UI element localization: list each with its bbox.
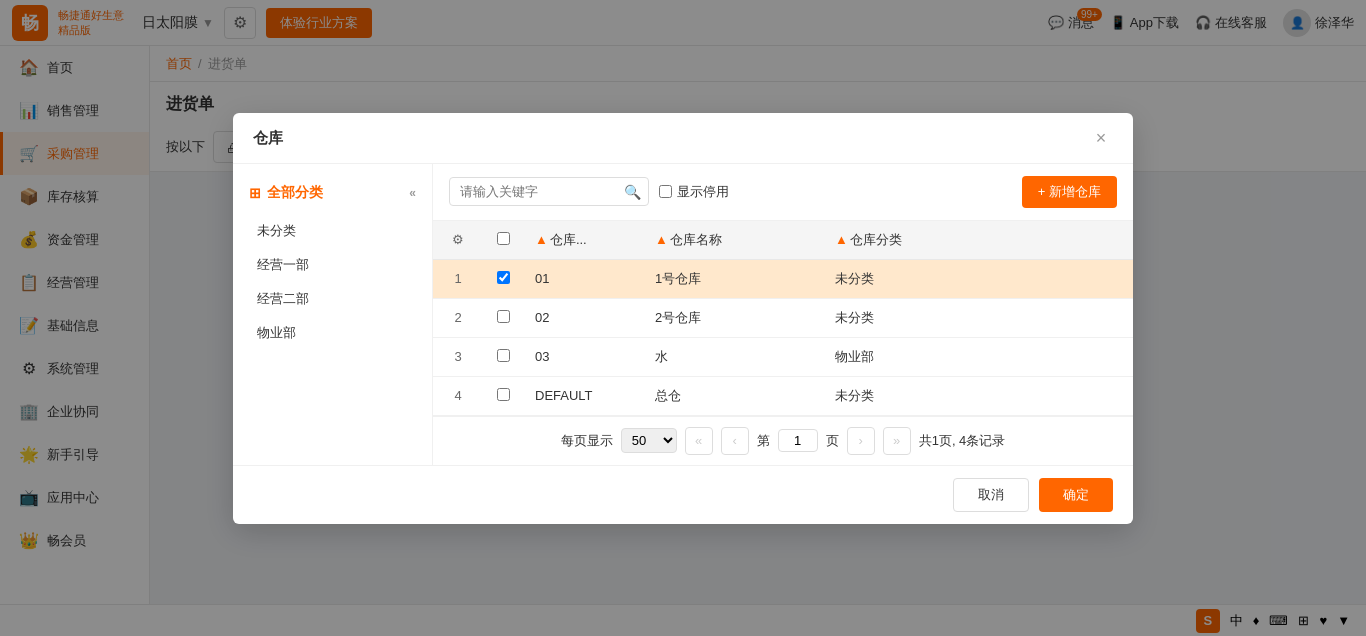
collapse-icon[interactable]: « [409, 186, 416, 200]
col-type-header[interactable]: ▲仓库分类 [823, 221, 1133, 260]
row-type: 物业部 [823, 337, 1133, 376]
row-seq: 3 [433, 337, 483, 376]
sort-type-icon: ▲ [835, 232, 848, 247]
row-name: 1号仓库 [643, 259, 823, 298]
search-input[interactable] [449, 177, 649, 206]
modal-sidebar: ⊞ 全部分类 « 未分类 经营一部 经营二部 物业部 [233, 164, 433, 465]
page-size-select[interactable]: 50 10 20 100 [621, 428, 677, 453]
modal-sidebar-item-unclassified[interactable]: 未分类 [233, 214, 432, 248]
row-code: 02 [523, 298, 643, 337]
warehouse-table-wrap: ⚙ ▲仓库... ▲仓库名称 ▲仓库分类 1 01 1号仓库 未分类 2 [433, 221, 1133, 416]
row-checkbox[interactable] [483, 298, 523, 337]
confirm-button[interactable]: 确定 [1039, 478, 1113, 512]
row-type: 未分类 [823, 259, 1133, 298]
modal-sidebar-all[interactable]: ⊞ 全部分类 « [233, 176, 432, 214]
warehouse-table: ⚙ ▲仓库... ▲仓库名称 ▲仓库分类 1 01 1号仓库 未分类 2 [433, 221, 1133, 416]
modal-sidebar-item-ops1[interactable]: 经营一部 [233, 248, 432, 282]
table-row[interactable]: 2 02 2号仓库 未分类 [433, 298, 1133, 337]
modal-header: 仓库 × [233, 113, 1133, 164]
modal-footer: 取消 确定 [233, 465, 1133, 524]
modal-title: 仓库 [253, 129, 283, 148]
modal-pagination: 每页显示 50 10 20 100 « ‹ 第 页 › » 共1页, 4条记录 [433, 416, 1133, 465]
modal-sidebar-item-ops2[interactable]: 经营二部 [233, 282, 432, 316]
table-header: ⚙ ▲仓库... ▲仓库名称 ▲仓库分类 [433, 221, 1133, 260]
row-code: 03 [523, 337, 643, 376]
table-row[interactable]: 4 DEFAULT 总仓 未分类 [433, 376, 1133, 415]
row-name: 2号仓库 [643, 298, 823, 337]
sort-name-icon: ▲ [655, 232, 668, 247]
add-warehouse-button[interactable]: + 新增仓库 [1022, 176, 1117, 208]
modal-overlay: 仓库 × ⊞ 全部分类 « 未分类 经营一部 经营二部 物业部 [0, 0, 1366, 636]
show-disabled-checkbox[interactable] [659, 185, 672, 198]
last-page-btn[interactable]: » [883, 427, 911, 455]
show-disabled-label[interactable]: 显示停用 [659, 183, 729, 201]
row-checkbox[interactable] [483, 337, 523, 376]
modal-body: ⊞ 全部分类 « 未分类 经营一部 经营二部 物业部 🔍 [233, 164, 1133, 465]
select-all-checkbox[interactable] [497, 232, 510, 245]
row-seq: 2 [433, 298, 483, 337]
row-code: DEFAULT [523, 376, 643, 415]
row-code: 01 [523, 259, 643, 298]
table-row[interactable]: 1 01 1号仓库 未分类 [433, 259, 1133, 298]
modal-content-area: 🔍 显示停用 + 新增仓库 ⚙ [433, 164, 1133, 465]
search-button[interactable]: 🔍 [624, 184, 641, 200]
col-settings[interactable]: ⚙ [433, 221, 483, 260]
row-checkbox[interactable] [483, 259, 523, 298]
row-name: 总仓 [643, 376, 823, 415]
row-seq: 1 [433, 259, 483, 298]
modal-toolbar: 🔍 显示停用 + 新增仓库 [433, 164, 1133, 221]
modal-sidebar-item-property[interactable]: 物业部 [233, 316, 432, 350]
prev-page-btn[interactable]: ‹ [721, 427, 749, 455]
row-seq: 4 [433, 376, 483, 415]
row-type: 未分类 [823, 376, 1133, 415]
sort-code-icon: ▲ [535, 232, 548, 247]
row-type: 未分类 [823, 298, 1133, 337]
col-checkbox[interactable] [483, 221, 523, 260]
col-code-header[interactable]: ▲仓库... [523, 221, 643, 260]
page-number-input[interactable] [778, 429, 818, 452]
row-name: 水 [643, 337, 823, 376]
row-checkbox[interactable] [483, 376, 523, 415]
next-page-btn[interactable]: › [847, 427, 875, 455]
table-row[interactable]: 3 03 水 物业部 [433, 337, 1133, 376]
warehouse-modal: 仓库 × ⊞ 全部分类 « 未分类 经营一部 经营二部 物业部 [233, 113, 1133, 524]
warehouse-tbody: 1 01 1号仓库 未分类 2 02 2号仓库 未分类 3 03 水 物业部 4… [433, 259, 1133, 415]
search-wrap: 🔍 [449, 177, 649, 206]
col-name-header[interactable]: ▲仓库名称 [643, 221, 823, 260]
first-page-btn[interactable]: « [685, 427, 713, 455]
modal-close-button[interactable]: × [1089, 127, 1113, 151]
cancel-button[interactable]: 取消 [953, 478, 1029, 512]
